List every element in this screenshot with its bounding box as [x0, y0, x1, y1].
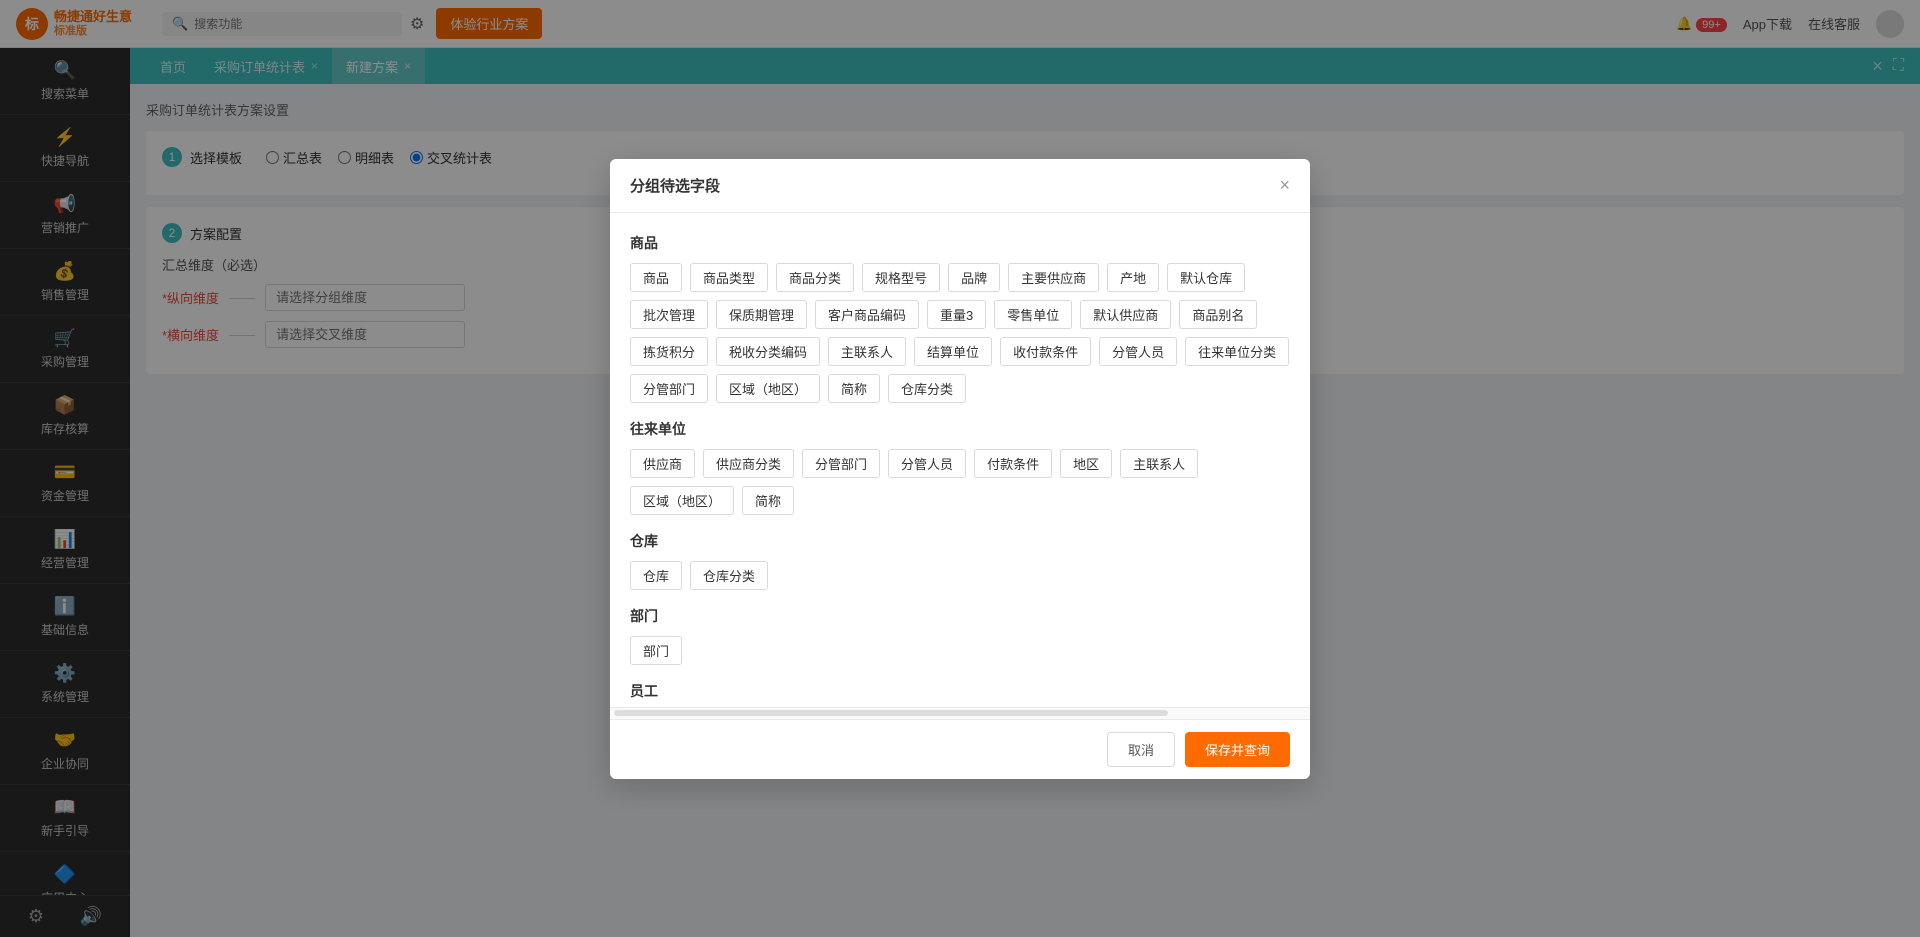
field-goods-alias[interactable]: 商品别名	[1179, 300, 1257, 329]
cancel-button[interactable]: 取消	[1107, 732, 1175, 767]
field-grid-goods: 商品 商品类型 商品分类 规格型号 品牌 主要供应商 产地 默认仓库 批次管理 …	[630, 263, 1290, 403]
field-goods-type[interactable]: 商品类型	[690, 263, 768, 292]
field-payment-terms[interactable]: 收付款条件	[1000, 337, 1091, 366]
field-grid-partners: 供应商 供应商分类 分管部门 分管人员 付款条件 地区 主联系人 区域（地区） …	[630, 449, 1290, 515]
field-origin[interactable]: 产地	[1107, 263, 1159, 292]
field-supplier-cat[interactable]: 供应商分类	[703, 449, 794, 478]
section-title-goods: 商品	[630, 233, 1290, 253]
modal: 分组待选字段 × 商品 商品 商品类型 商品分类 规格型号 品牌 主要供应商 产…	[610, 159, 1310, 779]
field-expiry-mgmt[interactable]: 保质期管理	[716, 300, 807, 329]
field-warehouse[interactable]: 仓库	[630, 561, 682, 590]
field-goods[interactable]: 商品	[630, 263, 682, 292]
section-title-partners: 往来单位	[630, 419, 1290, 439]
field-retail-unit[interactable]: 零售单位	[994, 300, 1072, 329]
field-dept[interactable]: 分管部门	[802, 449, 880, 478]
field-weight3[interactable]: 重量3	[927, 300, 986, 329]
field-short-name[interactable]: 简称	[828, 374, 880, 403]
field-mgmt-dept[interactable]: 分管部门	[630, 374, 708, 403]
field-spec-model[interactable]: 规格型号	[862, 263, 940, 292]
section-title-dept: 部门	[630, 606, 1290, 626]
modal-hscroll[interactable]	[610, 707, 1310, 719]
field-grid-dept: 部门	[630, 636, 1290, 665]
field-supplier[interactable]: 供应商	[630, 449, 695, 478]
section-title-warehouse: 仓库	[630, 531, 1290, 551]
field-tax-code[interactable]: 税收分类编码	[716, 337, 820, 366]
field-goods-category[interactable]: 商品分类	[776, 263, 854, 292]
modal-body: 商品 商品 商品类型 商品分类 规格型号 品牌 主要供应商 产地 默认仓库 批次…	[610, 213, 1310, 707]
section-title-staff: 员工	[630, 681, 1290, 701]
modal-overlay: 分组待选字段 × 商品 商品 商品类型 商品分类 规格型号 品牌 主要供应商 产…	[0, 0, 1920, 937]
field-grid-warehouse: 仓库 仓库分类	[630, 561, 1290, 590]
modal-close-btn[interactable]: ×	[1279, 176, 1290, 194]
modal-title: 分组待选字段	[630, 175, 720, 196]
field-manager-staff[interactable]: 分管人员	[1099, 337, 1177, 366]
modal-header: 分组待选字段 ×	[610, 159, 1310, 213]
field-default-warehouse[interactable]: 默认仓库	[1167, 263, 1245, 292]
field-region-partner[interactable]: 区域（地区）	[630, 486, 734, 515]
field-pick-points[interactable]: 拣货积分	[630, 337, 708, 366]
field-main-contact[interactable]: 主联系人	[828, 337, 906, 366]
field-main-contact2[interactable]: 主联系人	[1120, 449, 1198, 478]
field-default-supplier[interactable]: 默认供应商	[1080, 300, 1171, 329]
field-warehouse-cat[interactable]: 仓库分类	[888, 374, 966, 403]
confirm-button[interactable]: 保存并查询	[1185, 732, 1290, 767]
field-pay-terms[interactable]: 付款条件	[974, 449, 1052, 478]
field-warehouse-category[interactable]: 仓库分类	[690, 561, 768, 590]
field-staff[interactable]: 分管人员	[888, 449, 966, 478]
field-partner-category[interactable]: 往来单位分类	[1185, 337, 1289, 366]
field-short-name2[interactable]: 简称	[742, 486, 794, 515]
field-area[interactable]: 地区	[1060, 449, 1112, 478]
field-batch-mgmt[interactable]: 批次管理	[630, 300, 708, 329]
field-customer-code[interactable]: 客户商品编码	[815, 300, 919, 329]
field-main-supplier[interactable]: 主要供应商	[1008, 263, 1099, 292]
modal-footer: 取消 保存并查询	[610, 719, 1310, 779]
field-brand[interactable]: 品牌	[948, 263, 1000, 292]
field-department[interactable]: 部门	[630, 636, 682, 665]
field-region-goods[interactable]: 区域（地区）	[716, 374, 820, 403]
field-settlement-unit[interactable]: 结算单位	[914, 337, 992, 366]
